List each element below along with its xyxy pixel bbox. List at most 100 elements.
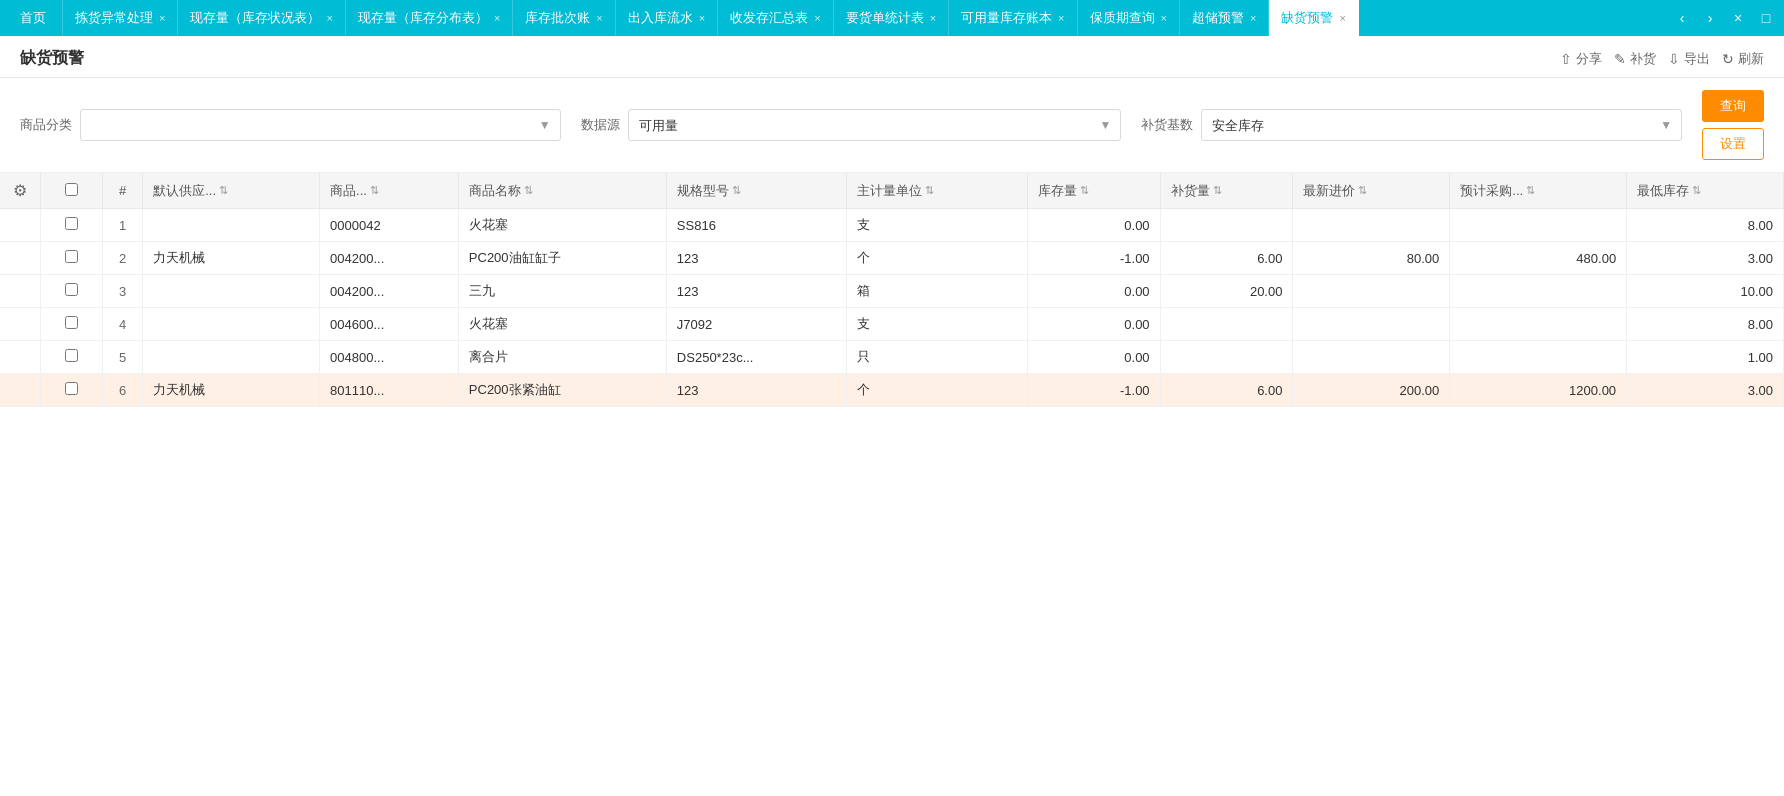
cell-checkbox[interactable] [40,341,103,374]
cell-gear [0,374,40,407]
tab-shortage[interactable]: 缺货预警 × [1269,0,1358,36]
close-batch-account-tab[interactable]: × [596,12,602,24]
tab-available-ledger[interactable]: 可用量库存账本 × [949,0,1077,36]
close-shortage-tab[interactable]: × [1339,12,1345,24]
tab-expiry-query[interactable]: 保质期查询 × [1078,0,1180,36]
tab-receive-summary[interactable]: 收发存汇总表 × [718,0,833,36]
th-latest-price: 最新进价 ⇅ [1293,173,1450,209]
maximize-btn[interactable]: □ [1752,0,1780,36]
cell-checkbox[interactable] [40,374,103,407]
close-expiry-query-tab[interactable]: × [1161,12,1167,24]
cell-latest-price [1293,275,1450,308]
close-inout-flow-tab[interactable]: × [699,12,705,24]
export-btn[interactable]: ⇩ 导出 [1668,50,1710,68]
row-checkbox[interactable] [65,382,78,395]
th-supplement: 补货量 ⇅ [1160,173,1293,209]
cell-checkbox[interactable] [40,209,103,242]
cell-min-stock: 3.00 [1627,374,1784,407]
refresh-btn[interactable]: ↻ 刷新 [1722,50,1764,68]
cell-product-code: 004200... [320,242,459,275]
sort-latest-price[interactable]: 最新进价 ⇅ [1303,182,1367,200]
tab-exception[interactable]: 拣货异常处理 × [63,0,178,36]
sort-supplier[interactable]: 默认供应... ⇅ [153,182,228,200]
category-select[interactable] [80,109,561,141]
th-gear[interactable]: ⚙ [0,173,40,209]
row-checkbox[interactable] [65,349,78,362]
cell-est-purchase: 480.00 [1450,242,1627,275]
sort-latest-price-icon: ⇅ [1358,184,1367,197]
select-all-checkbox[interactable] [65,183,78,196]
data-table-wrap: ⚙ # 默认供应... ⇅ 商品... [0,173,1784,407]
close-exception-tab[interactable]: × [159,12,165,24]
sort-unit[interactable]: 主计量单位 ⇅ [857,182,934,200]
cell-spec: 123 [666,374,846,407]
category-select-wrap: ▼ [80,109,561,141]
sort-min-stock[interactable]: 最低库存 ⇅ [1637,182,1701,200]
supplement-base-select[interactable]: 安全库存 最低库存 [1201,109,1682,141]
cell-latest-price [1293,308,1450,341]
close-overstock-tab[interactable]: × [1250,12,1256,24]
cell-est-purchase [1450,341,1627,374]
export-icon: ⇩ [1668,51,1680,67]
tab-overstock[interactable]: 超储预警 × [1180,0,1269,36]
close-order-stats-tab[interactable]: × [930,12,936,24]
cell-unit: 只 [846,341,1027,374]
tab-inventory-dist[interactable]: 现存量（库存分布表） × [346,0,513,36]
close-available-ledger-tab[interactable]: × [1058,12,1064,24]
close-inventory-status-tab[interactable]: × [326,12,332,24]
cell-checkbox[interactable] [40,308,103,341]
share-btn[interactable]: ⇧ 分享 [1560,50,1602,68]
gear-icon[interactable]: ⚙ [13,182,27,199]
nav-next-btn[interactable]: › [1696,0,1724,36]
query-button[interactable]: 查询 [1702,90,1764,122]
cell-checkbox[interactable] [40,275,103,308]
page-title: 缺货预警 [20,48,84,69]
cell-supplier [143,275,320,308]
datasource-select[interactable]: 可用量 库存量 [628,109,1122,141]
row-checkbox[interactable] [65,250,78,263]
tab-batch-account[interactable]: 库存批次账 × [513,0,615,36]
sort-spec-icon: ⇅ [732,184,741,197]
sort-spec[interactable]: 规格型号 ⇅ [677,182,741,200]
sort-est-purchase[interactable]: 预计采购... ⇅ [1460,182,1535,200]
th-unit: 主计量单位 ⇅ [846,173,1027,209]
cell-latest-price: 80.00 [1293,242,1450,275]
cell-latest-price [1293,209,1450,242]
cell-spec: J7092 [666,308,846,341]
cell-product-name: 离合片 [458,341,666,374]
row-checkbox[interactable] [65,316,78,329]
supplement-icon: ✎ [1614,51,1626,67]
row-checkbox[interactable] [65,217,78,230]
supplement-btn[interactable]: ✎ 补货 [1614,50,1656,68]
close-receive-summary-tab[interactable]: × [814,12,820,24]
sort-stock[interactable]: 库存量 ⇅ [1038,182,1089,200]
cell-checkbox[interactable] [40,242,103,275]
top-nav: 首页 拣货异常处理 × 现存量（库存状况表） × 现存量（库存分布表） × 库存… [0,0,1784,36]
cell-spec: DS250*23c... [666,341,846,374]
datasource-filter: 数据源 可用量 库存量 ▼ [581,109,1122,141]
cell-est-purchase [1450,209,1627,242]
supplement-base-filter: 补货基数 安全库存 最低库存 ▼ [1141,109,1682,141]
row-checkbox[interactable] [65,283,78,296]
sort-product-name[interactable]: 商品名称 ⇅ [469,182,533,200]
sort-product-name-icon: ⇅ [524,184,533,197]
tab-inout-flow[interactable]: 出入库流水 × [616,0,718,36]
cell-product-code: 004600... [320,308,459,341]
settings-button[interactable]: 设置 [1702,128,1764,160]
main-content: 缺货预警 ⇧ 分享 ✎ 补货 ⇩ 导出 ↻ 刷新 商品分类 [0,36,1784,796]
cell-gear [0,308,40,341]
table-row: 2 力天机械 004200... PC200油缸缸子 123 个 -1.00 6… [0,242,1784,275]
sort-supplement[interactable]: 补货量 ⇅ [1171,182,1222,200]
filter-bar: 商品分类 ▼ 数据源 可用量 库存量 ▼ 补货基数 [0,78,1784,173]
data-table: ⚙ # 默认供应... ⇅ 商品... [0,173,1784,407]
tab-inventory-status[interactable]: 现存量（库存状况表） × [178,0,345,36]
cell-unit: 支 [846,308,1027,341]
sort-est-purchase-icon: ⇅ [1526,184,1535,197]
cell-stock: 0.00 [1027,308,1160,341]
sort-product-code[interactable]: 商品... ⇅ [330,182,379,200]
tab-home[interactable]: 首页 [4,0,63,36]
tab-order-stats[interactable]: 要货单统计表 × [834,0,949,36]
close-all-btn[interactable]: × [1724,0,1752,36]
nav-prev-btn[interactable]: ‹ [1668,0,1696,36]
close-inventory-dist-tab[interactable]: × [494,12,500,24]
